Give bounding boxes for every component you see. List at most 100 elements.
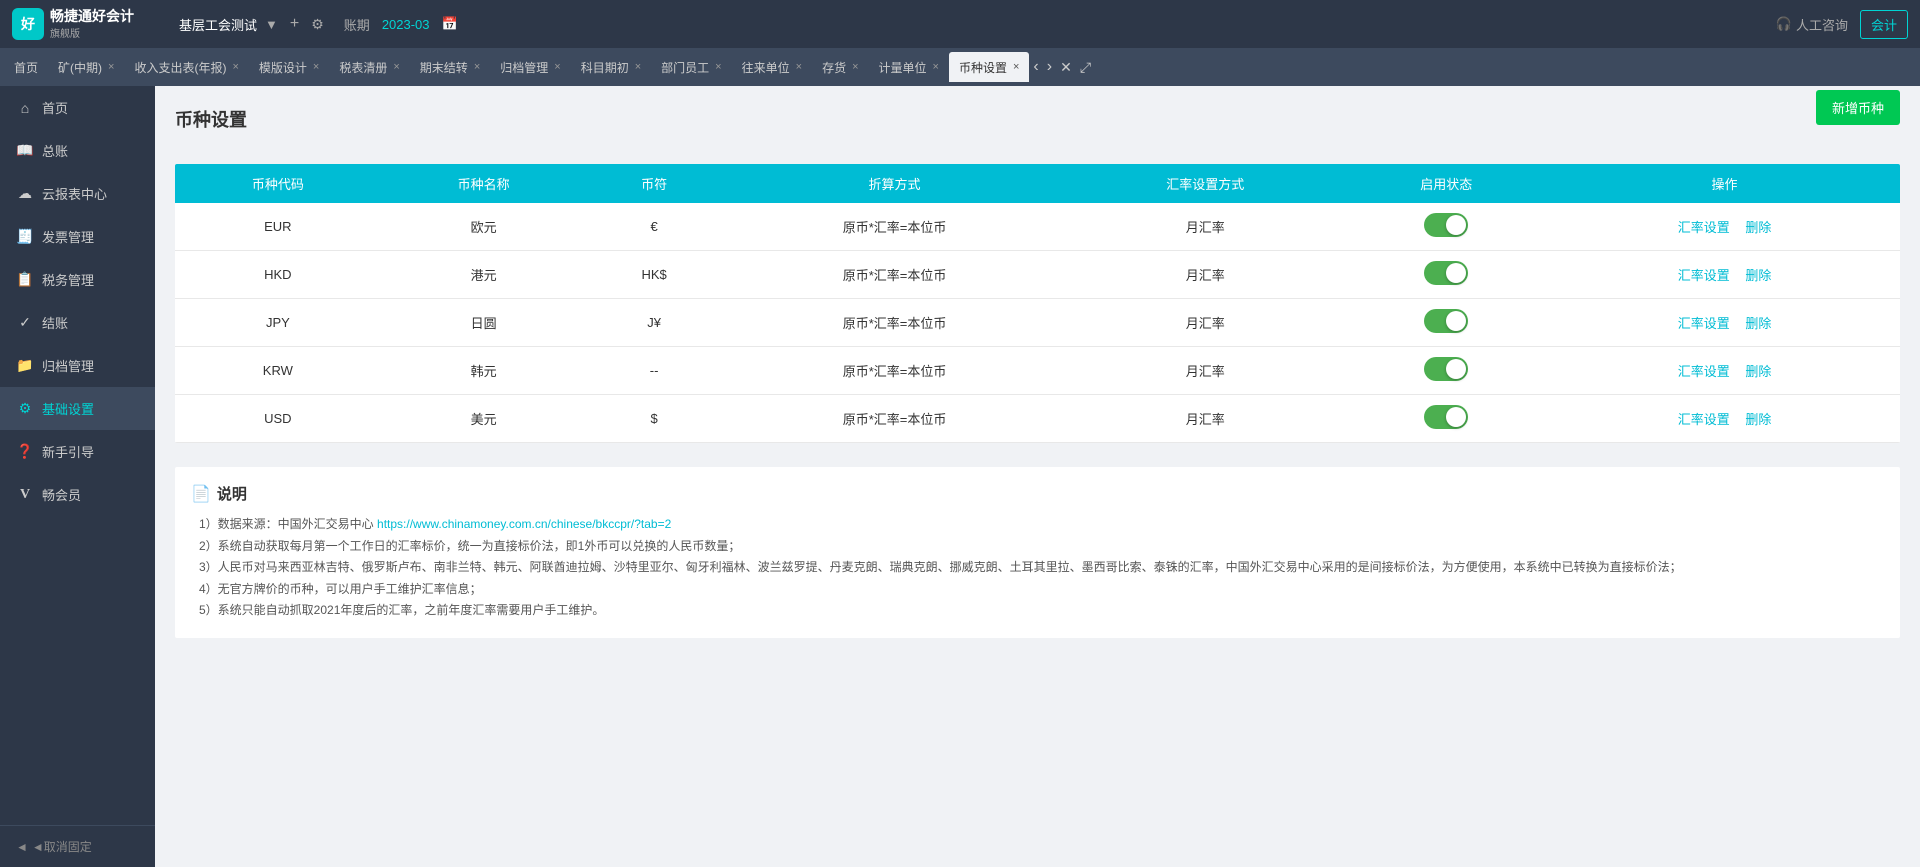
sidebar-item-basic[interactable]: ⚙ 基础设置 <box>0 387 155 430</box>
content-header: 币种设置 新增币种 <box>175 106 1900 148</box>
sidebar-item-tax[interactable]: 📋 税务管理 <box>0 258 155 301</box>
note-item-2: 2）系统自动获取每月第一个工作日的汇率标价，统一为直接标价法，即1外币可以兑换的… <box>199 536 1884 558</box>
cell-code-eur: EUR <box>175 203 381 251</box>
tab-balance[interactable]: 矿(中期) × <box>48 52 124 82</box>
tab-partner-close[interactable]: × <box>796 61 802 73</box>
tab-inventory[interactable]: 存货 × <box>812 52 868 82</box>
tab-close-all[interactable]: ✕ <box>1056 59 1076 76</box>
tab-dept-close[interactable]: × <box>715 61 721 73</box>
sidebar-item-guide[interactable]: ❓ 新手引导 <box>0 430 155 473</box>
delete-jpy[interactable]: 删除 <box>1745 316 1771 331</box>
cell-toggle-usd[interactable] <box>1343 395 1549 443</box>
calendar-icon[interactable]: 📅 <box>442 16 458 32</box>
tab-subject-close[interactable]: × <box>635 61 641 73</box>
delete-eur[interactable]: 删除 <box>1745 220 1771 235</box>
tab-balance-label: 矿(中期) <box>58 59 102 76</box>
sidebar-item-report[interactable]: ☁ 云报表中心 <box>0 172 155 215</box>
tab-archive[interactable]: 归档管理 × <box>490 52 570 82</box>
logo-abbr: 好 <box>21 14 35 34</box>
col-code: 币种代码 <box>175 164 381 203</box>
tab-nav-right[interactable]: › <box>1043 58 1056 76</box>
toggle-thumb-eur <box>1446 215 1466 235</box>
toggle-track-jpy <box>1424 309 1468 333</box>
table-row: JPY 日圆 J¥ 原币*汇率=本位币 月汇率 <box>175 299 1900 347</box>
toggle-hkd[interactable] <box>1424 261 1468 285</box>
sidebar-item-member[interactable]: V 畅会员 <box>0 473 155 516</box>
sidebar-item-home[interactable]: ⌂ 首页 <box>0 86 155 129</box>
sidebar-report-label: 云报表中心 <box>42 184 107 203</box>
tab-subject-label: 科目期初 <box>581 59 629 76</box>
rate-setting-eur[interactable]: 汇率设置 <box>1678 220 1730 235</box>
sidebar-collapse[interactable]: ◄ ◄取消固定 <box>0 825 155 867</box>
tab-home[interactable]: 首页 <box>4 52 48 82</box>
cell-toggle-eur[interactable] <box>1343 203 1549 251</box>
top-bar: 好 畅捷通好会计 旗舰版 基层工会测试 ▼ + ⚙ 账期 2023-03 📅 🎧… <box>0 0 1920 48</box>
tab-archive-label: 归档管理 <box>500 59 548 76</box>
tab-partner[interactable]: 往来单位 × <box>732 52 812 82</box>
sidebar-item-archive[interactable]: 📁 归档管理 <box>0 344 155 387</box>
logo-area: 好 畅捷通好会计 旗舰版 <box>12 8 167 40</box>
tab-tax[interactable]: 税表清册 × <box>329 52 409 82</box>
period-label: 账期 <box>344 15 370 34</box>
toggle-jpy[interactable] <box>1424 309 1468 333</box>
tab-balance-close[interactable]: × <box>108 61 114 73</box>
tab-archive-close[interactable]: × <box>554 61 560 73</box>
workspace-settings-icon[interactable]: ⚙ <box>311 16 324 33</box>
note-item-4: 4）无官方牌价的币种，可以用户手工维护汇率信息； <box>199 579 1884 601</box>
tab-nav-left[interactable]: ‹ <box>1029 58 1042 76</box>
tab-dept[interactable]: 部门员工 × <box>651 52 731 82</box>
tab-unit-label: 计量单位 <box>879 59 927 76</box>
sidebar-item-invoice[interactable]: 🧾 发票管理 <box>0 215 155 258</box>
tab-unit-close[interactable]: × <box>933 61 939 73</box>
toggle-thumb-hkd <box>1446 263 1466 283</box>
logo-icon: 好 <box>12 8 44 40</box>
delete-usd[interactable]: 删除 <box>1745 412 1771 427</box>
tab-template-close[interactable]: × <box>313 61 319 73</box>
tab-expand[interactable]: ⤢ <box>1076 59 1095 76</box>
workspace-add-icon[interactable]: + <box>290 15 299 33</box>
toggle-krw[interactable] <box>1424 357 1468 381</box>
rate-setting-jpy[interactable]: 汇率设置 <box>1678 316 1730 331</box>
tab-income[interactable]: 收入支出表(年报) × <box>124 52 248 82</box>
cell-action-jpy: 汇率设置 删除 <box>1549 299 1900 347</box>
tab-tax-close[interactable]: × <box>393 61 399 73</box>
tab-period-end[interactable]: 期末结转 × <box>410 52 490 82</box>
archive-icon: 📁 <box>16 357 34 375</box>
rate-setting-hkd[interactable]: 汇率设置 <box>1678 268 1730 283</box>
delete-krw[interactable]: 删除 <box>1745 364 1771 379</box>
period-value[interactable]: 2023-03 <box>382 17 430 32</box>
tab-template[interactable]: 模版设计 × <box>249 52 329 82</box>
help-button[interactable]: 🎧 人工咨询 <box>1776 15 1848 34</box>
cell-name-jpy: 日圆 <box>381 299 587 347</box>
rate-setting-krw[interactable]: 汇率设置 <box>1678 364 1730 379</box>
sidebar-item-ledger[interactable]: 📖 总账 <box>0 129 155 172</box>
tab-inventory-close[interactable]: × <box>852 61 858 73</box>
toggle-track-krw <box>1424 357 1468 381</box>
table-body: EUR 欧元 € 原币*汇率=本位币 月汇率 <box>175 203 1900 443</box>
tab-currency[interactable]: 币种设置 × <box>949 52 1029 82</box>
account-button[interactable]: 会计 <box>1860 10 1908 39</box>
toggle-usd[interactable] <box>1424 405 1468 429</box>
home-icon: ⌂ <box>16 99 34 117</box>
tab-unit[interactable]: 计量单位 × <box>869 52 949 82</box>
tab-currency-close[interactable]: × <box>1013 61 1019 73</box>
cell-toggle-krw[interactable] <box>1343 347 1549 395</box>
sidebar-item-settle[interactable]: ✓ 结账 <box>0 301 155 344</box>
delete-hkd[interactable]: 删除 <box>1745 268 1771 283</box>
cell-toggle-hkd[interactable] <box>1343 251 1549 299</box>
cell-toggle-jpy[interactable] <box>1343 299 1549 347</box>
tab-subject[interactable]: 科目期初 × <box>571 52 651 82</box>
sidebar-guide-label: 新手引导 <box>42 442 94 461</box>
table-row: USD 美元 $ 原币*汇率=本位币 月汇率 <box>175 395 1900 443</box>
workspace-dropdown-icon[interactable]: ▼ <box>265 17 278 32</box>
tab-income-close[interactable]: × <box>232 61 238 73</box>
cell-action-usd: 汇率设置 删除 <box>1549 395 1900 443</box>
cell-action-eur: 汇率设置 删除 <box>1549 203 1900 251</box>
new-currency-button[interactable]: 新增币种 <box>1816 90 1900 125</box>
basic-icon: ⚙ <box>16 400 34 418</box>
rate-setting-usd[interactable]: 汇率设置 <box>1678 412 1730 427</box>
notes-link[interactable]: https://www.chinamoney.com.cn/chinese/bk… <box>377 517 671 531</box>
note-1-prefix: 1）数据来源：中国外汇交易中心 <box>199 517 377 531</box>
toggle-eur[interactable] <box>1424 213 1468 237</box>
tab-period-end-close[interactable]: × <box>474 61 480 73</box>
